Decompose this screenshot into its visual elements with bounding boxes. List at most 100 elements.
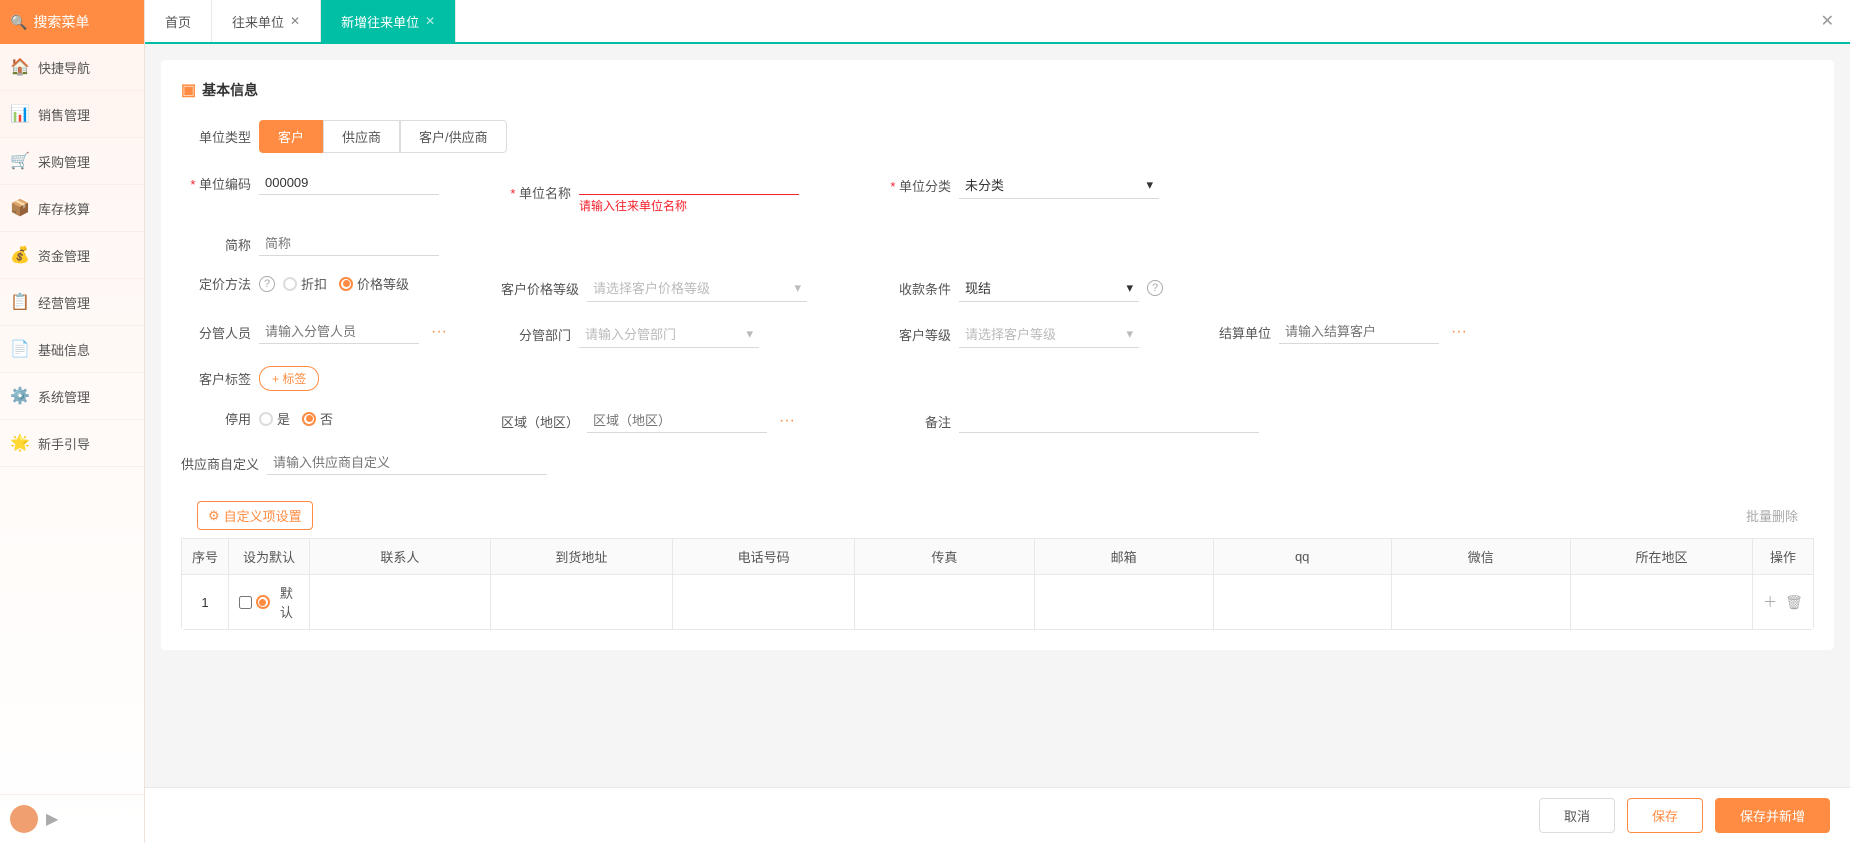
- contact-input[interactable]: [320, 595, 480, 610]
- batch-delete-button[interactable]: 批量删除: [1746, 506, 1798, 525]
- sidebar-item-inventory[interactable]: 📦 库存核算: [0, 185, 144, 232]
- sidebar-item-sales[interactable]: 📊 销售管理: [0, 91, 144, 138]
- department-select[interactable]: 请输入分管部门 ▾: [579, 320, 759, 348]
- sidebar-item-label: 资金管理: [38, 246, 90, 265]
- clipboard-icon: 📋: [10, 292, 30, 312]
- unit-type-row: 单位类型 客户 供应商 客户/供应商: [181, 120, 1814, 153]
- form-footer: 取消 保存 保存并新增: [145, 787, 1850, 843]
- expand-icon[interactable]: ▶: [46, 809, 58, 829]
- col-action: 操作: [1753, 539, 1814, 575]
- abbreviation-input[interactable]: [259, 232, 439, 256]
- payment-terms-select[interactable]: 现结 ▾: [959, 274, 1139, 302]
- customer-price-level-select[interactable]: 请选择客户价格等级 ▾: [587, 274, 807, 302]
- remarks-input[interactable]: [959, 409, 1259, 433]
- user-avatar: [10, 805, 38, 833]
- delete-row-icon[interactable]: 🗑: [1785, 594, 1803, 611]
- table-header-row: 序号 设为默认 联系人 到货地址 电话号码 传真 邮箱 qq 微信 所在地区 操…: [182, 539, 1814, 575]
- settings-icon: ⚙: [208, 508, 220, 524]
- cell-contact[interactable]: [309, 575, 490, 630]
- pricing-help-icon[interactable]: ?: [259, 276, 275, 292]
- sidebar-footer: ▶: [0, 794, 144, 843]
- cell-action: ＋ 🗑: [1753, 575, 1814, 630]
- manager-more-btn[interactable]: ···: [427, 323, 451, 341]
- region-input[interactable]: [587, 409, 767, 433]
- manager-input[interactable]: [259, 320, 419, 344]
- cell-phone[interactable]: [673, 575, 855, 630]
- section-title: ▣ 基本信息: [181, 80, 1814, 100]
- tab-home[interactable]: 首页: [145, 0, 212, 42]
- unit-code-input[interactable]: [259, 171, 439, 195]
- email-input[interactable]: [1045, 595, 1203, 610]
- box-icon: 📦: [10, 198, 30, 218]
- sidebar-item-finance[interactable]: 💰 资金管理: [0, 232, 144, 279]
- type-btn-both[interactable]: 客户/供应商: [400, 120, 507, 153]
- abbreviation-group: 简称: [181, 232, 501, 256]
- settlement-group: 结算单位 ···: [1201, 320, 1814, 344]
- pricing-radio-group: 折扣 价格等级: [283, 274, 409, 293]
- disabled-radio-no[interactable]: 否: [302, 409, 333, 428]
- tab-trade-units[interactable]: 往来单位 ✕: [212, 0, 321, 42]
- cell-region[interactable]: [1570, 575, 1752, 630]
- cell-email[interactable]: [1034, 575, 1213, 630]
- fax-input[interactable]: [865, 595, 1023, 610]
- row-checkbox[interactable]: [239, 596, 252, 609]
- search-menu-label: 搜索菜单: [33, 12, 89, 32]
- address-input[interactable]: [501, 595, 662, 610]
- save-new-button[interactable]: 保存并新增: [1715, 798, 1830, 833]
- pricing-option2-label: 价格等级: [357, 274, 409, 293]
- sidebar-item-basic-info[interactable]: 📄 基础信息: [0, 326, 144, 373]
- remarks-label: 备注: [881, 412, 951, 431]
- tab-trade-units-close[interactable]: ✕: [290, 14, 300, 28]
- tab-new-trade-unit[interactable]: 新增往来单位 ✕: [321, 0, 456, 42]
- yes-label: 是: [277, 409, 290, 428]
- phone-input[interactable]: [683, 595, 844, 610]
- code-name-category-row: 单位编码 单位名称 请输入往来单位名称 单位分类 未分类 ▾: [181, 171, 1814, 214]
- pricing-radio-level[interactable]: 价格等级: [339, 274, 409, 293]
- col-address: 到货地址: [490, 539, 672, 575]
- type-btn-customer[interactable]: 客户: [259, 120, 323, 153]
- cancel-button[interactable]: 取消: [1539, 798, 1615, 833]
- cell-wechat[interactable]: [1391, 575, 1570, 630]
- customer-price-level-placeholder: 请选择客户价格等级: [593, 278, 710, 297]
- cell-default[interactable]: 默认: [229, 575, 310, 630]
- settlement-more-btn[interactable]: ···: [1447, 323, 1471, 341]
- wechat-input[interactable]: [1402, 595, 1560, 610]
- cell-fax[interactable]: [855, 575, 1034, 630]
- pricing-method-group: 定价方法 ? 折扣 价格等级: [181, 274, 501, 293]
- customer-level-select[interactable]: 请选择客户等级 ▾: [959, 320, 1139, 348]
- chart-icon: 📊: [10, 104, 30, 124]
- search-menu[interactable]: 🔍 搜索菜单: [0, 0, 144, 44]
- cell-qq[interactable]: [1213, 575, 1391, 630]
- sidebar-item-new-guide[interactable]: 🌟 新手引导: [0, 420, 144, 467]
- save-button[interactable]: 保存: [1627, 798, 1703, 833]
- type-btn-supplier[interactable]: 供应商: [323, 120, 400, 153]
- qq-input[interactable]: [1224, 595, 1381, 610]
- payment-help-icon[interactable]: ?: [1147, 280, 1163, 296]
- sidebar-item-purchase[interactable]: 🛒 采购管理: [0, 138, 144, 185]
- tab-trade-units-label: 往来单位: [232, 12, 284, 31]
- sidebar-item-system[interactable]: ⚙️ 系统管理: [0, 373, 144, 420]
- manager-label: 分管人员: [181, 323, 251, 342]
- supplier-custom-input[interactable]: [267, 451, 547, 475]
- unit-name-input[interactable]: [579, 171, 799, 195]
- tag-row: 客户标签 + 标签: [181, 366, 1814, 391]
- settlement-input[interactable]: [1279, 320, 1439, 344]
- window-close-button[interactable]: ✕: [1805, 0, 1850, 42]
- add-tag-button[interactable]: + 标签: [259, 366, 319, 391]
- region-more-btn[interactable]: ···: [775, 412, 799, 430]
- abbreviation-label: 简称: [181, 235, 251, 254]
- sidebar-item-quick-nav[interactable]: 🏠 快捷导航: [0, 44, 144, 91]
- sidebar-item-operations[interactable]: 📋 经营管理: [0, 279, 144, 326]
- pricing-radio-discount[interactable]: 折扣: [283, 274, 327, 293]
- cell-address[interactable]: [490, 575, 672, 630]
- custom-settings-button[interactable]: ⚙ 自定义项设置: [197, 501, 313, 530]
- customer-price-level-group: 客户价格等级 请选择客户价格等级 ▾: [501, 274, 881, 302]
- customer-price-level-label: 客户价格等级: [501, 279, 579, 298]
- region-label: 区域（地区）: [501, 412, 579, 431]
- disabled-radio-yes[interactable]: 是: [259, 409, 290, 428]
- default-radio[interactable]: 默认: [256, 583, 299, 621]
- add-row-icon[interactable]: ＋: [1763, 592, 1777, 612]
- tab-new-trade-unit-close[interactable]: ✕: [425, 14, 435, 28]
- unit-category-select[interactable]: 未分类 ▾: [959, 171, 1159, 199]
- region-input[interactable]: [1581, 595, 1742, 610]
